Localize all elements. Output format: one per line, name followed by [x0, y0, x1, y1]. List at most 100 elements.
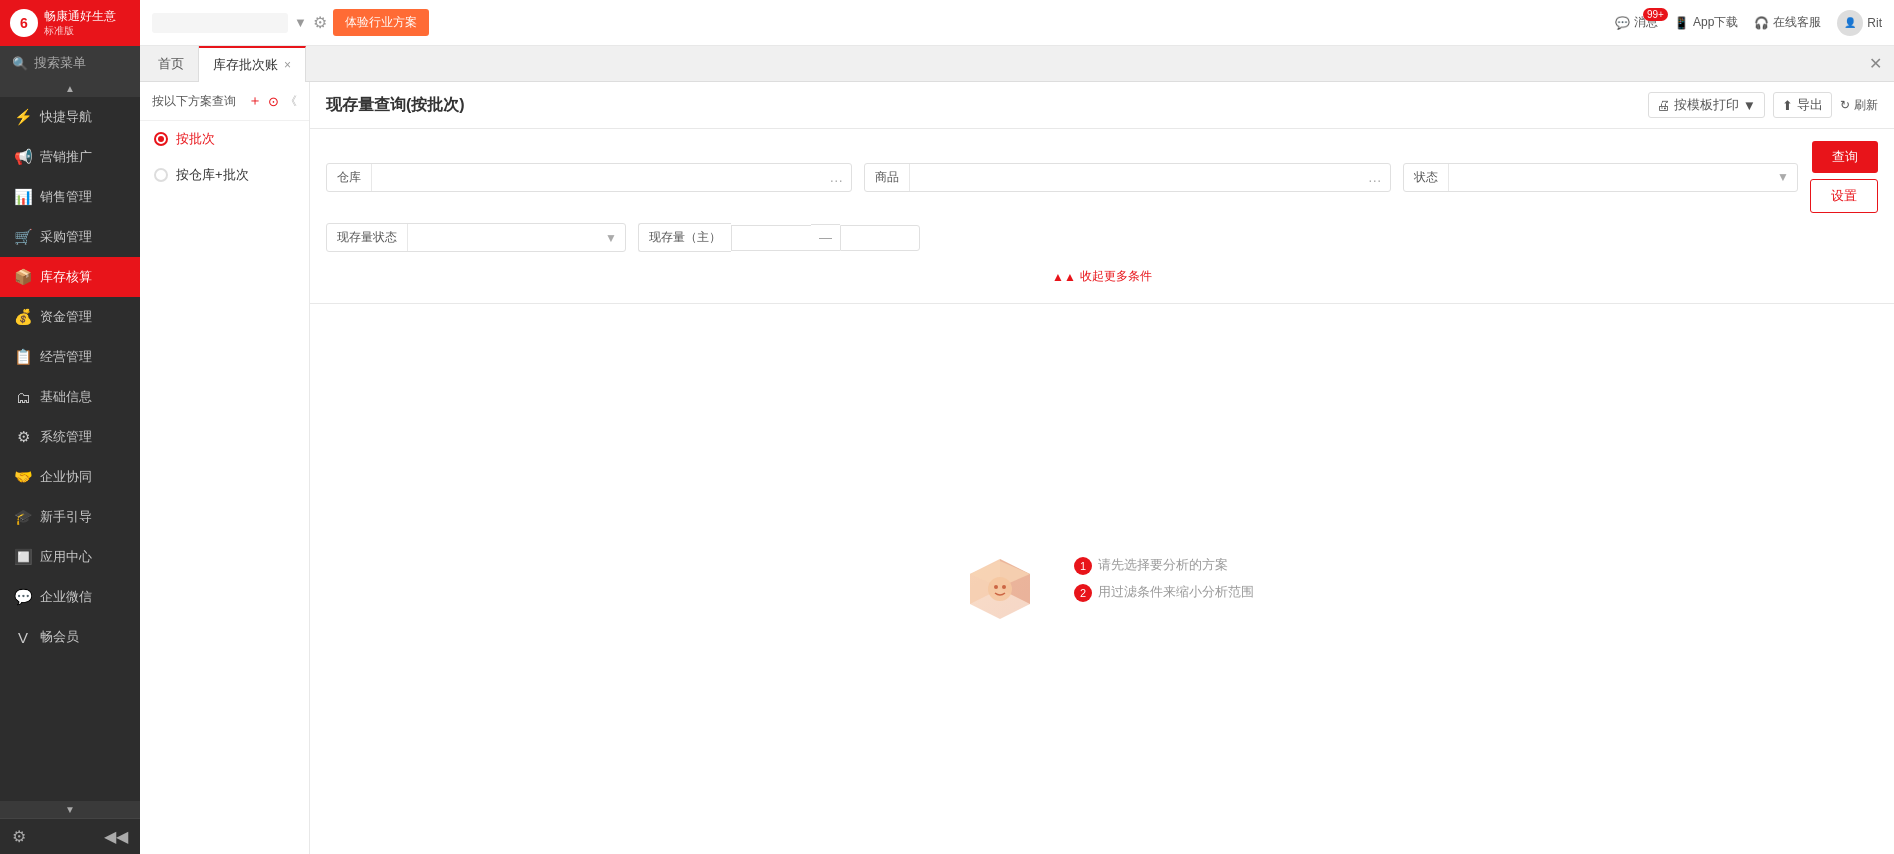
- sidebar-item-newbie[interactable]: 🎓 新手引导: [0, 497, 140, 537]
- query-button[interactable]: 查询: [1812, 141, 1878, 173]
- warehouse-input[interactable]: [372, 165, 821, 189]
- vip-icon: V: [14, 628, 32, 646]
- sidebar-item-finance[interactable]: 💰 资金管理: [0, 297, 140, 337]
- marketing-icon: 📢: [14, 148, 32, 166]
- sidebar-item-quick[interactable]: ⚡ 快捷导航: [0, 97, 140, 137]
- enterprise-icon: 🤝: [14, 468, 32, 486]
- sidebar-item-vip[interactable]: V 畅会员: [0, 617, 140, 657]
- sidebar-item-system[interactable]: ⚙ 系统管理: [0, 417, 140, 457]
- collapse-icon: ▲▲: [1052, 270, 1076, 284]
- app-download-button[interactable]: 📱 App下载: [1674, 14, 1738, 31]
- query-row-2: 现存量状态 ▼ 现存量（主） —: [326, 223, 1878, 252]
- filter-panel: 按以下方案查询 ＋ ⊙ 《 按批次 按仓库+批次: [140, 82, 310, 854]
- tip2-num: 2: [1074, 584, 1092, 602]
- collapse-sidebar-icon[interactable]: ◀◀: [104, 827, 128, 846]
- apps-icon: 🔲: [14, 548, 32, 566]
- status-chevron-icon[interactable]: ▼: [1769, 170, 1797, 184]
- status-field: 状态 ▼: [1403, 163, 1798, 192]
- user-avatar[interactable]: 👤 Rit: [1837, 10, 1882, 36]
- tab-home[interactable]: 首页: [144, 46, 199, 82]
- query-form: 仓库 … 商品 … 状态 ▼: [310, 129, 1894, 304]
- svg-point-5: [994, 585, 998, 589]
- sidebar-scroll-up[interactable]: ▲: [0, 80, 140, 97]
- status-input[interactable]: [1449, 165, 1769, 189]
- search-icon: 🔍: [12, 56, 28, 71]
- export-icon: ⬆: [1782, 98, 1793, 113]
- export-button[interactable]: ⬆ 导出: [1773, 92, 1832, 118]
- sidebar-item-inventory[interactable]: 📦 库存核算: [0, 257, 140, 297]
- inventory-qty-to-input[interactable]: [840, 225, 920, 251]
- print-button[interactable]: 🖨 按模板打印 ▼: [1648, 92, 1765, 118]
- refresh-button[interactable]: ↻ 刷新: [1840, 97, 1878, 114]
- topbar-settings-icon[interactable]: ⚙: [313, 13, 327, 32]
- warehouse-field: 仓库 …: [326, 163, 852, 192]
- messages-button[interactable]: 💬 消息 99+: [1615, 14, 1658, 31]
- sidebar-item-basic[interactable]: 🗂 基础信息: [0, 377, 140, 417]
- sidebar-item-purchase[interactable]: 🛒 采购管理: [0, 217, 140, 257]
- sidebar-item-marketing[interactable]: 📢 营销推广: [0, 137, 140, 177]
- tab-inventory-close[interactable]: ×: [284, 58, 291, 72]
- topbar-left: ▼ ⚙ 体验行业方案: [152, 9, 1607, 36]
- status-label: 状态: [1404, 164, 1449, 191]
- content-area: 按以下方案查询 ＋ ⊙ 《 按批次 按仓库+批次 现存量查询(按批次): [140, 82, 1894, 854]
- sidebar-item-operations[interactable]: 📋 经营管理: [0, 337, 140, 377]
- system-icon: ⚙: [14, 428, 32, 446]
- filter-header-icons: ＋ ⊙ 《: [248, 92, 297, 110]
- experience-industry-button[interactable]: 体验行业方案: [333, 9, 429, 36]
- sidebar-item-apps[interactable]: 🔲 应用中心: [0, 537, 140, 577]
- product-input[interactable]: [910, 165, 1359, 189]
- svg-point-4: [988, 577, 1012, 601]
- settings-footer-icon[interactable]: ⚙: [12, 827, 26, 846]
- app-logo: 6: [10, 9, 38, 37]
- add-scheme-icon[interactable]: ＋: [248, 92, 262, 110]
- inventory-qty-from-input[interactable]: [731, 225, 811, 251]
- settings-button[interactable]: 设置: [1810, 179, 1878, 213]
- inventory-status-input[interactable]: [408, 226, 597, 250]
- print-icon: 🖨: [1657, 98, 1670, 113]
- empty-state-icon: [950, 529, 1050, 629]
- svg-point-6: [1002, 585, 1006, 589]
- filter-radio-batch: [154, 132, 168, 146]
- empty-tip-2: 2 用过滤条件来缩小分析范围: [1074, 583, 1254, 602]
- print-dropdown-icon[interactable]: ▼: [1743, 98, 1756, 113]
- phone-icon: 📱: [1674, 16, 1689, 30]
- empty-state: 1 请先选择要分析的方案 2 用过滤条件来缩小分析范围: [310, 304, 1894, 854]
- sidebar-scroll-down[interactable]: ▼: [0, 801, 140, 818]
- sidebar-item-wechat[interactable]: 💬 企业微信: [0, 577, 140, 617]
- finance-icon: 💰: [14, 308, 32, 326]
- filter-item-warehouse-batch[interactable]: 按仓库+批次: [140, 157, 309, 193]
- message-badge: 99+: [1643, 8, 1668, 21]
- main-area: ▼ ⚙ 体验行业方案 💬 消息 99+ 📱 App下载 🎧 在线客服 👤: [140, 0, 1894, 854]
- topbar-dropdown-icon[interactable]: ▼: [294, 15, 307, 30]
- inventory-qty-label: 现存量（主）: [638, 223, 731, 252]
- query-buttons: 查询 设置: [1810, 141, 1878, 213]
- inventory-status-label: 现存量状态: [327, 224, 408, 251]
- empty-tips: 1 请先选择要分析的方案 2 用过滤条件来缩小分析范围: [1074, 556, 1254, 602]
- filter-collapse-icon[interactable]: 《: [285, 93, 297, 110]
- filter-header: 按以下方案查询 ＋ ⊙ 《: [140, 82, 309, 121]
- basic-icon: 🗂: [14, 388, 32, 406]
- quick-icon: ⚡: [14, 108, 32, 126]
- product-field: 商品 …: [864, 163, 1390, 192]
- warehouse-dots[interactable]: …: [821, 169, 851, 185]
- query-row-1: 仓库 … 商品 … 状态 ▼: [326, 141, 1878, 213]
- filter-radio-warehouse-batch: [154, 168, 168, 182]
- newbie-icon: 🎓: [14, 508, 32, 526]
- inventory-status-chevron-icon[interactable]: ▼: [597, 231, 625, 245]
- filter-item-batch[interactable]: 按批次: [140, 121, 309, 157]
- online-service-button[interactable]: 🎧 在线客服: [1754, 14, 1821, 31]
- inventory-qty-field: 现存量（主） —: [638, 223, 1252, 252]
- warehouse-label: 仓库: [327, 164, 372, 191]
- settings-scheme-icon[interactable]: ⊙: [268, 94, 279, 109]
- topbar-search-input[interactable]: [160, 16, 280, 30]
- tab-inventory[interactable]: 库存批次账 ×: [199, 46, 306, 82]
- panel-close-button[interactable]: ✕: [1857, 54, 1894, 73]
- sidebar-footer: ⚙ ◀◀: [0, 818, 140, 854]
- product-dots[interactable]: …: [1360, 169, 1390, 185]
- sidebar-item-enterprise[interactable]: 🤝 企业协同: [0, 457, 140, 497]
- sidebar-search[interactable]: 🔍 搜索菜单: [0, 46, 140, 80]
- tip1-num: 1: [1074, 557, 1092, 575]
- message-icon: 💬: [1615, 16, 1630, 30]
- sidebar-item-sales[interactable]: 📊 销售管理: [0, 177, 140, 217]
- collapse-conditions-row[interactable]: ▲▲ 收起更多条件: [326, 262, 1878, 291]
